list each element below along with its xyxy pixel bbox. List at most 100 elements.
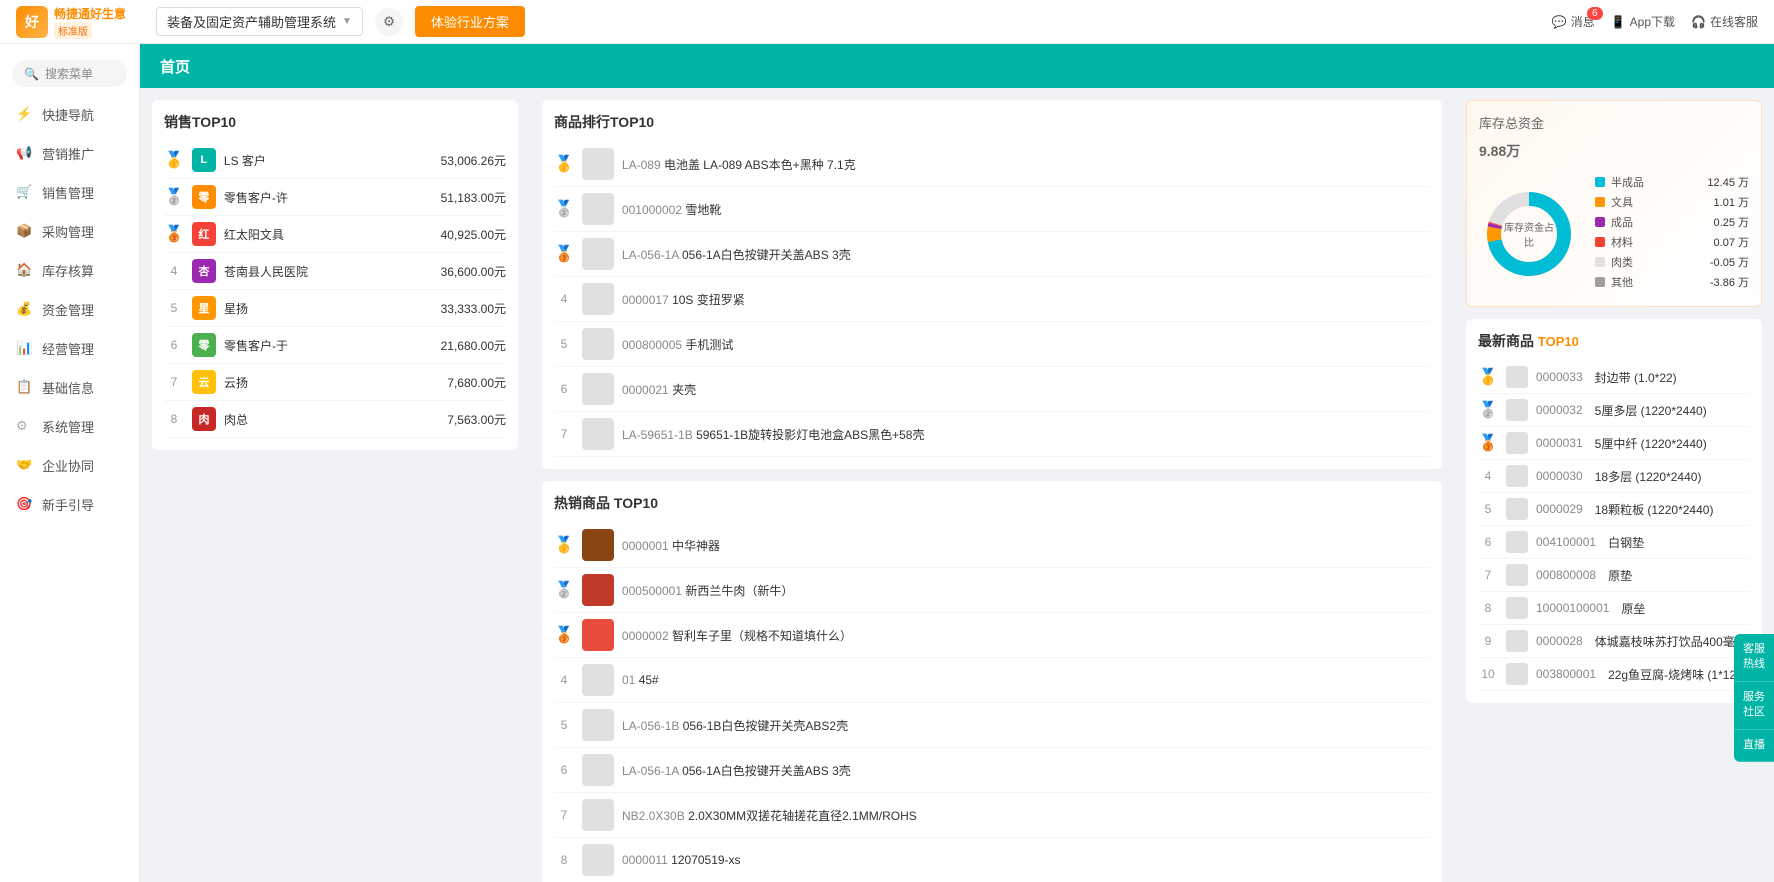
customer-rank-item: 8 肉 肉总 7,563.00元	[164, 401, 506, 438]
medal-silver-icon: 🥈	[554, 199, 574, 219]
sidebar-item-purchase[interactable]: 📦采购管理	[0, 212, 139, 251]
legend-color-dot	[1595, 277, 1605, 287]
customer-avatar: 零	[192, 185, 216, 209]
float-button-服务-社区[interactable]: 服务 社区	[1734, 682, 1774, 730]
sidebar-item-guide[interactable]: 🎯新手引导	[0, 485, 139, 524]
sidebar-label-marketing: 营销推广	[42, 144, 94, 163]
float-button-直播[interactable]: 直播	[1734, 730, 1774, 762]
customer-amount: 51,183.00元	[441, 189, 506, 206]
hot-product-item: 8 0000011 12070519-xs	[554, 838, 1430, 882]
new-product-code: 10000100001	[1536, 601, 1609, 615]
product-info: 000500001 新西兰牛肉（新牛）	[622, 582, 1430, 599]
product-code: NB2.0X30B	[622, 809, 685, 823]
customer-name: LS 客户	[224, 152, 433, 169]
rank-number-7: 7	[164, 375, 184, 389]
logo-badge: 标准版	[54, 22, 92, 39]
hot-products-list: 🥇 0000001 中华神器 🥈 000500001 新西兰牛肉（新牛） 🥉 0…	[554, 523, 1430, 882]
new-product-item: 🥉 0000031 5厘中纤 (1220*2440)	[1478, 427, 1750, 460]
legend-item: 成品 0.25 万	[1595, 214, 1749, 230]
system-title: 装备及固定资产辅助管理系统	[167, 12, 336, 31]
product-name: 45#	[639, 673, 659, 687]
customer-rank-item: 7 云 云扬 7,680.00元	[164, 364, 506, 401]
product-info: LA-056-1A 056-1A白色按键开关盖ABS 3壳	[622, 762, 1430, 779]
search-icon: 🔍	[24, 67, 39, 81]
medal-gold-icon: 🥇	[1478, 367, 1498, 387]
customer-name: 零售客户-于	[224, 337, 433, 354]
dropdown-arrow-icon: ▼	[342, 16, 352, 27]
mid-product-code: 000800005	[622, 338, 682, 352]
mid-product-code: LA-089	[622, 158, 661, 172]
float-button-客服-热线[interactable]: 客服 热线	[1734, 634, 1774, 682]
hot-product-item: 5 LA-056-1B 056-1B白色按键开关壳ABS2壳	[554, 703, 1430, 748]
new-product-code: 004100001	[1536, 535, 1596, 549]
legend-name: 肉类	[1611, 254, 1704, 270]
sidebar-item-basics[interactable]: 📋基础信息	[0, 368, 139, 407]
customer-amount: 7,680.00元	[447, 374, 506, 391]
mid-product-info: LA-59651-1B 59651-1B旋转投影灯电池盒ABS黑色+58壳	[622, 426, 1430, 443]
logo-area: 好 畅捷通好生意 标准版	[16, 5, 156, 39]
service-label: 在线客服	[1710, 13, 1758, 30]
app-label: App下载	[1630, 13, 1675, 30]
medal-bronze-icon: 🥉	[1478, 433, 1498, 453]
new-product-item: 4 0000030 18多层 (1220*2440)	[1478, 460, 1750, 493]
legend-color-dot	[1595, 197, 1605, 207]
product-code: 0000002	[622, 629, 669, 643]
customer-rank-item: 6 零 零售客户-于 21,680.00元	[164, 327, 506, 364]
customer-avatar: 云	[192, 370, 216, 394]
sidebar-item-quick-nav[interactable]: ⚡快捷导航	[0, 95, 139, 134]
service-action[interactable]: 🎧 在线客服	[1691, 13, 1758, 30]
mid-product-placeholder	[582, 328, 614, 360]
mid-product-info: 001000002 雪地靴	[622, 201, 1430, 218]
product-name: 12070519-xs	[671, 853, 740, 867]
product-name: 2.0X30MM双搓花轴搓花直径2.1MM/ROHS	[688, 809, 917, 823]
system-selector[interactable]: 装备及固定资产辅助管理系统 ▼	[156, 7, 363, 36]
hot-products-title: 热销商品 TOP10	[554, 493, 1430, 513]
new-products-badge: TOP10	[1538, 334, 1579, 349]
sidebar-item-inventory[interactable]: 🏠库存核算	[0, 251, 139, 290]
product-info: 0000002 智利车子里（规格不知道填什么）	[622, 627, 1430, 644]
rank-number-6: 6	[554, 382, 574, 396]
sidebar-item-sales[interactable]: 🛒销售管理	[0, 173, 139, 212]
new-product-item: 10 003800001 22g鱼豆腐-烧烤味 (1*12*20)	[1478, 658, 1750, 691]
customer-avatar: 红	[192, 222, 216, 246]
legend-color-dot	[1595, 257, 1605, 267]
new-product-name: 22g鱼豆腐-烧烤味 (1*12*20)	[1608, 666, 1750, 683]
customer-amount: 40,925.00元	[441, 226, 506, 243]
settings-button[interactable]: ⚙	[375, 8, 403, 36]
donut-center-label: 库存资金占比	[1504, 219, 1554, 249]
legend-color-dot	[1595, 217, 1605, 227]
sidebar-item-finance[interactable]: 💰资金管理	[0, 290, 139, 329]
right-panel: 库存总资金 9.88万	[1454, 88, 1774, 882]
search-menu-button[interactable]: 🔍 搜索菜单	[12, 60, 127, 87]
rank-number-4: 4	[1478, 469, 1498, 483]
legend-name: 文具	[1611, 194, 1708, 210]
mid-product-item: 🥇 LA-089 电池盖 LA-089 ABS本色+黑种 7.1克	[554, 142, 1430, 187]
product-name: 056-1B白色按键开关壳ABS2壳	[683, 719, 848, 733]
mid-product-placeholder	[582, 373, 614, 405]
sidebar-item-operation[interactable]: 📊经营管理	[0, 329, 139, 368]
mid-product-info: LA-056-1A 056-1A白色按键开关盖ABS 3壳	[622, 246, 1430, 263]
mid-product-code: 0000021	[622, 383, 669, 397]
message-icon: 💬	[1552, 15, 1567, 29]
content-body: 销售TOP10 🥇 L LS 客户 53,006.26元 🥈 零 零售客户-许 …	[140, 88, 1774, 882]
mid-product-item: 🥈 001000002 雪地靴	[554, 187, 1430, 232]
new-product-icon	[1506, 663, 1528, 685]
message-action[interactable]: 💬 消息 6	[1552, 13, 1595, 30]
sidebar-item-system[interactable]: ⚙系统管理	[0, 407, 139, 446]
sidebar-item-enterprise[interactable]: 🤝企业协同	[0, 446, 139, 485]
search-menu-label: 搜索菜单	[45, 65, 93, 82]
customer-name: 零售客户-许	[224, 189, 433, 206]
sidebar-label-basics: 基础信息	[42, 378, 94, 397]
sidebar-item-marketing[interactable]: 📢营销推广	[0, 134, 139, 173]
product-info: NB2.0X30B 2.0X30MM双搓花轴搓花直径2.1MM/ROHS	[622, 807, 1430, 824]
product-image	[582, 529, 614, 561]
mid-product-placeholder	[582, 418, 614, 450]
sidebar-items: ⚡快捷导航📢营销推广🛒销售管理📦采购管理🏠库存核算💰资金管理📊经营管理📋基础信息…	[0, 95, 139, 524]
app-download-action[interactable]: 📱 App下载	[1611, 13, 1675, 30]
hot-product-item: 🥉 0000002 智利车子里（规格不知道填什么）	[554, 613, 1430, 658]
mid-product-placeholder	[582, 283, 614, 315]
sidebar-label-system: 系统管理	[42, 417, 94, 436]
rank-number-4: 4	[554, 673, 574, 687]
trial-button[interactable]: 体验行业方案	[415, 6, 525, 37]
new-product-icon	[1506, 366, 1528, 388]
